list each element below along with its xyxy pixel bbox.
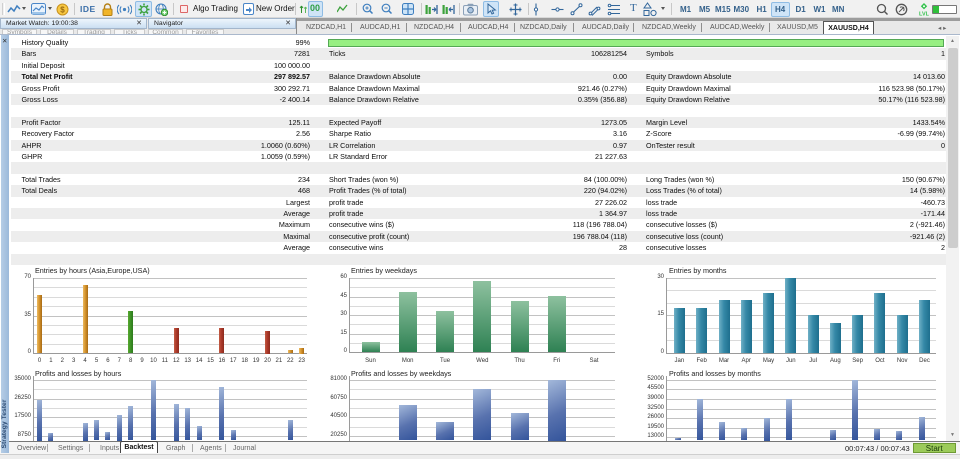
svg-text:LVL: LVL: [919, 12, 930, 18]
svg-text:$: $: [60, 6, 65, 15]
